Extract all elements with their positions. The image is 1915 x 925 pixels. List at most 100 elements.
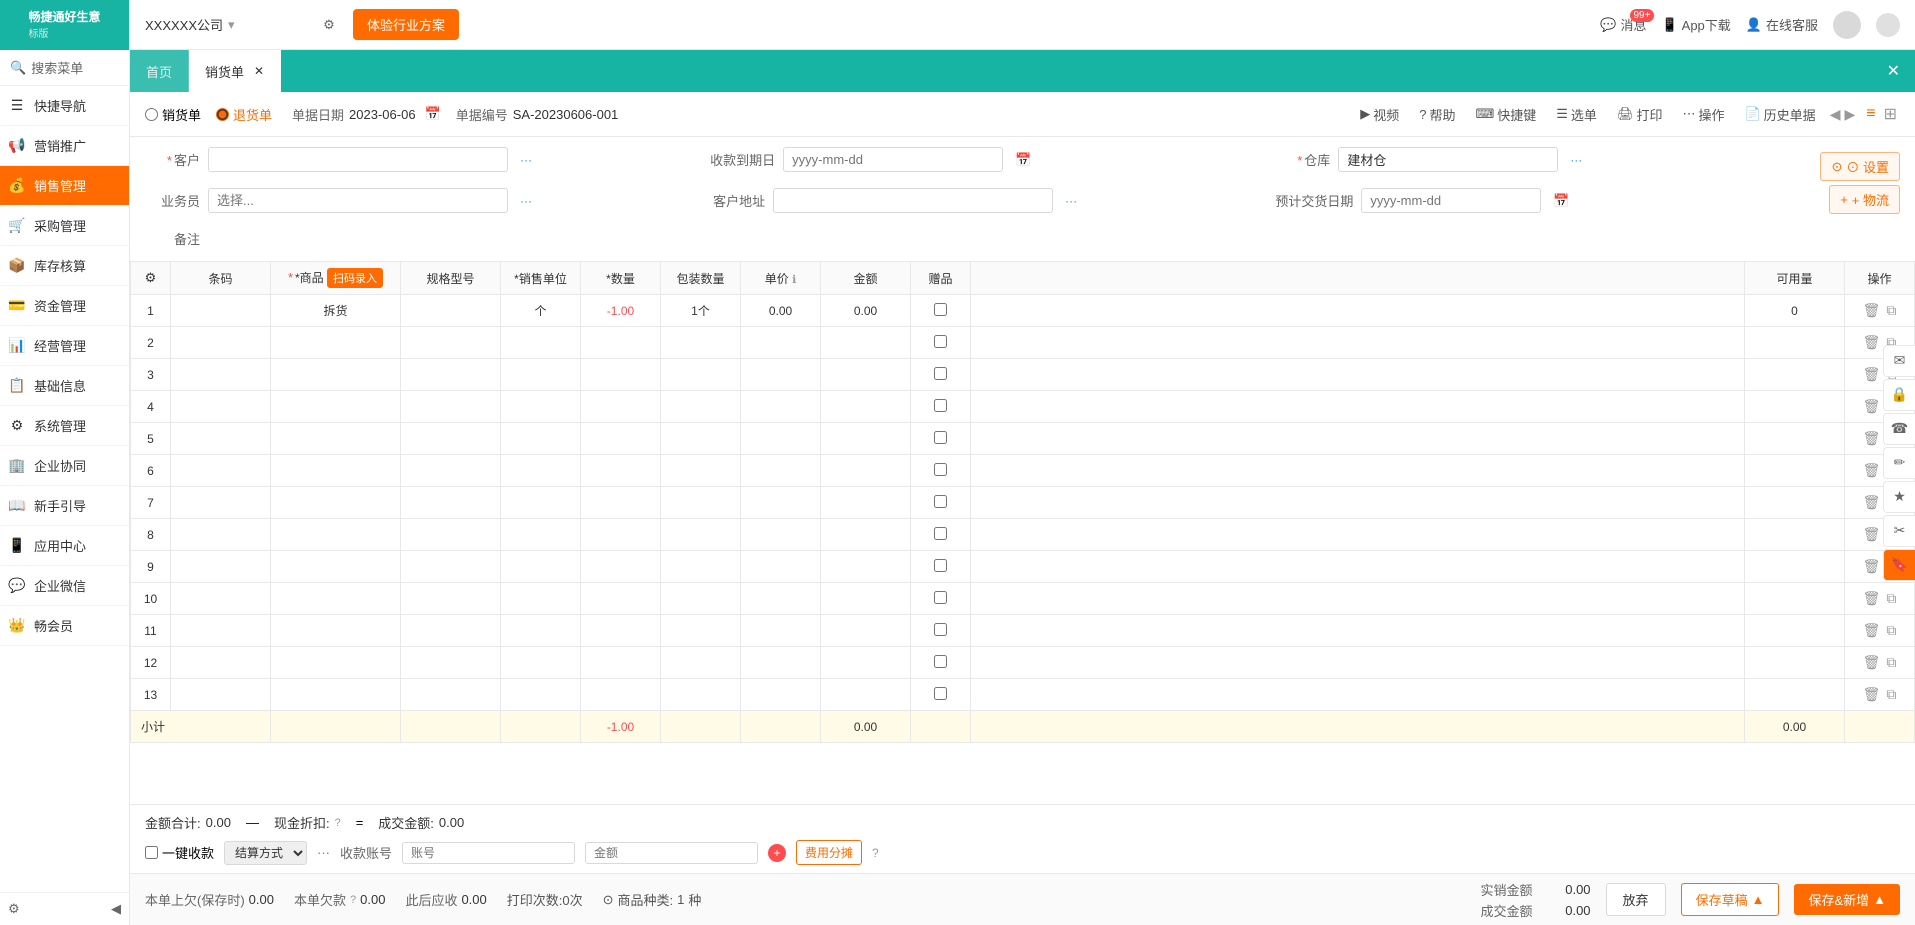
customer-expand-icon[interactable]: ···	[520, 153, 532, 167]
cell-goods[interactable]	[271, 551, 401, 583]
toolbar-help[interactable]: ? 帮助	[1413, 103, 1461, 126]
logistics-action-btn[interactable]: + + 物流	[1829, 185, 1900, 214]
float-message-btn[interactable]: ✉	[1883, 345, 1915, 377]
save-new-btn[interactable]: 保存&新增 ▲	[1794, 884, 1900, 915]
cell-qty[interactable]	[581, 359, 661, 391]
cell-goods[interactable]	[271, 487, 401, 519]
delete-icon[interactable]: 🗑	[1863, 590, 1881, 607]
one-click-checkbox[interactable]	[145, 846, 158, 859]
toolbar-shortcut[interactable]: ⌨ 快捷键	[1469, 103, 1542, 126]
delivery-date-input[interactable]	[1361, 188, 1541, 213]
account-input[interactable]	[402, 842, 575, 864]
cell-gift[interactable]	[911, 679, 971, 711]
cell-qty[interactable]	[581, 647, 661, 679]
toolbar-print[interactable]: 🖨 打印	[1611, 103, 1669, 126]
cell-qty[interactable]: -1.00	[581, 295, 661, 327]
grid-view-btn[interactable]: ⊞	[1881, 102, 1900, 126]
cell-goods[interactable]	[271, 455, 401, 487]
cell-gift[interactable]	[911, 455, 971, 487]
float-star-btn[interactable]: ★	[1883, 481, 1915, 513]
tab-home[interactable]: 首页	[130, 50, 189, 92]
delete-icon[interactable]: 🗑	[1863, 558, 1881, 575]
delete-icon[interactable]: 🗑	[1863, 302, 1881, 319]
fee-split-btn[interactable]: 费用分摊	[796, 840, 862, 865]
salesperson-input[interactable]	[208, 188, 508, 213]
cell-gift[interactable]	[911, 391, 971, 423]
float-edit-btn[interactable]: ✏	[1883, 447, 1915, 479]
cell-goods[interactable]	[271, 423, 401, 455]
app-download-btn[interactable]: 📱 App下载	[1661, 15, 1730, 34]
delete-icon[interactable]: 🗑	[1863, 526, 1881, 543]
sidebar-item-企业微信[interactable]: 💬企业微信	[0, 566, 129, 606]
sidebar-item-资金管理[interactable]: 💳资金管理	[0, 286, 129, 326]
cell-qty[interactable]	[581, 423, 661, 455]
sidebar-search[interactable]: 🔍 搜索菜单	[0, 50, 129, 86]
float-phone-btn[interactable]: ☎	[1883, 413, 1915, 445]
prev-page-icon[interactable]: ◀	[1830, 106, 1841, 123]
cell-qty[interactable]	[581, 487, 661, 519]
topbar-settings-btn[interactable]: ⚙	[315, 11, 343, 39]
tabbar-close-all[interactable]: ✕	[1872, 50, 1915, 92]
cell-gift[interactable]	[911, 487, 971, 519]
next-page-icon[interactable]: ▶	[1844, 106, 1855, 123]
delete-icon[interactable]: 🗑	[1863, 366, 1881, 383]
customer-input[interactable]	[208, 147, 508, 172]
sidebar-item-营销推广[interactable]: 📢营销推广	[0, 126, 129, 166]
payment-due-input[interactable]	[783, 147, 1003, 172]
cell-goods[interactable]	[271, 647, 401, 679]
copy-icon[interactable]: ⧉	[1886, 686, 1896, 703]
sidebar-item-经营管理[interactable]: 📊经营管理	[0, 326, 129, 366]
radio-return[interactable]: 退货单	[216, 105, 272, 124]
warehouse-expand-icon[interactable]: ···	[1570, 153, 1582, 167]
salesperson-expand-icon[interactable]: ···	[520, 194, 532, 208]
user-avatar[interactable]	[1833, 11, 1861, 39]
cell-goods[interactable]	[271, 391, 401, 423]
cell-goods[interactable]	[271, 327, 401, 359]
tab-close-icon[interactable]: ✕	[254, 64, 264, 78]
settings-action-btn[interactable]: ⊙ ⊙ 设置	[1820, 152, 1900, 181]
company-selector[interactable]: XXXXXX公司 ▾	[145, 15, 305, 34]
sidebar-item-应用中心[interactable]: 📱应用中心	[0, 526, 129, 566]
cell-goods[interactable]	[271, 615, 401, 647]
delete-icon[interactable]: 🗑	[1863, 430, 1881, 447]
float-scissors-btn[interactable]: ✂	[1883, 515, 1915, 547]
scan-btn[interactable]: 扫码录入	[327, 268, 383, 288]
address-expand-icon[interactable]: ···	[1065, 194, 1077, 208]
add-payment-btn[interactable]: +	[768, 844, 786, 862]
delete-icon[interactable]: 🗑	[1863, 494, 1881, 511]
toolbar-video[interactable]: ▶ 视频	[1354, 103, 1405, 126]
tab-sale-order[interactable]: 销货单 ✕	[189, 50, 281, 92]
cell-gift[interactable]	[911, 295, 971, 327]
cell-gift[interactable]	[911, 327, 971, 359]
payment-due-calendar-icon[interactable]: 📅	[1015, 152, 1031, 168]
sidebar-settings-icon[interactable]: ⚙	[8, 901, 20, 917]
cell-qty[interactable]	[581, 391, 661, 423]
user-avatar-secondary[interactable]	[1876, 13, 1900, 37]
cell-qty[interactable]	[581, 583, 661, 615]
cell-goods[interactable]: 拆货	[271, 295, 401, 327]
online-support-btn[interactable]: 👤 在线客服	[1746, 15, 1818, 34]
cell-gift[interactable]	[911, 359, 971, 391]
sidebar-item-畅会员[interactable]: 👑畅会员	[0, 606, 129, 646]
sidebar-item-系统管理[interactable]: ⚙系统管理	[0, 406, 129, 446]
copy-icon[interactable]: ⧉	[1886, 654, 1896, 671]
cell-gift[interactable]	[911, 615, 971, 647]
abandon-btn[interactable]: 放弃	[1606, 883, 1666, 916]
toolbar-select[interactable]: ☰ 选单	[1550, 103, 1603, 126]
cell-gift[interactable]	[911, 519, 971, 551]
delete-icon[interactable]: 🗑	[1863, 622, 1881, 639]
radio-sale[interactable]: 销货单	[145, 105, 201, 124]
cell-qty[interactable]	[581, 615, 661, 647]
save-draft-btn[interactable]: 保存草稿 ▲	[1681, 883, 1780, 916]
cell-gift[interactable]	[911, 551, 971, 583]
cell-goods[interactable]	[271, 519, 401, 551]
cell-qty[interactable]	[581, 455, 661, 487]
settlement-method-select[interactable]: 结算方式	[224, 841, 307, 865]
delete-icon[interactable]: 🗑	[1863, 398, 1881, 415]
sidebar-item-销售管理[interactable]: 💰销售管理	[0, 166, 129, 206]
customer-address-input[interactable]	[773, 188, 1053, 213]
table-settings-icon[interactable]: ⚙	[145, 270, 157, 285]
list-view-btn[interactable]: ≡	[1863, 103, 1878, 125]
sidebar-item-基础信息[interactable]: 📋基础信息	[0, 366, 129, 406]
cell-qty[interactable]	[581, 327, 661, 359]
